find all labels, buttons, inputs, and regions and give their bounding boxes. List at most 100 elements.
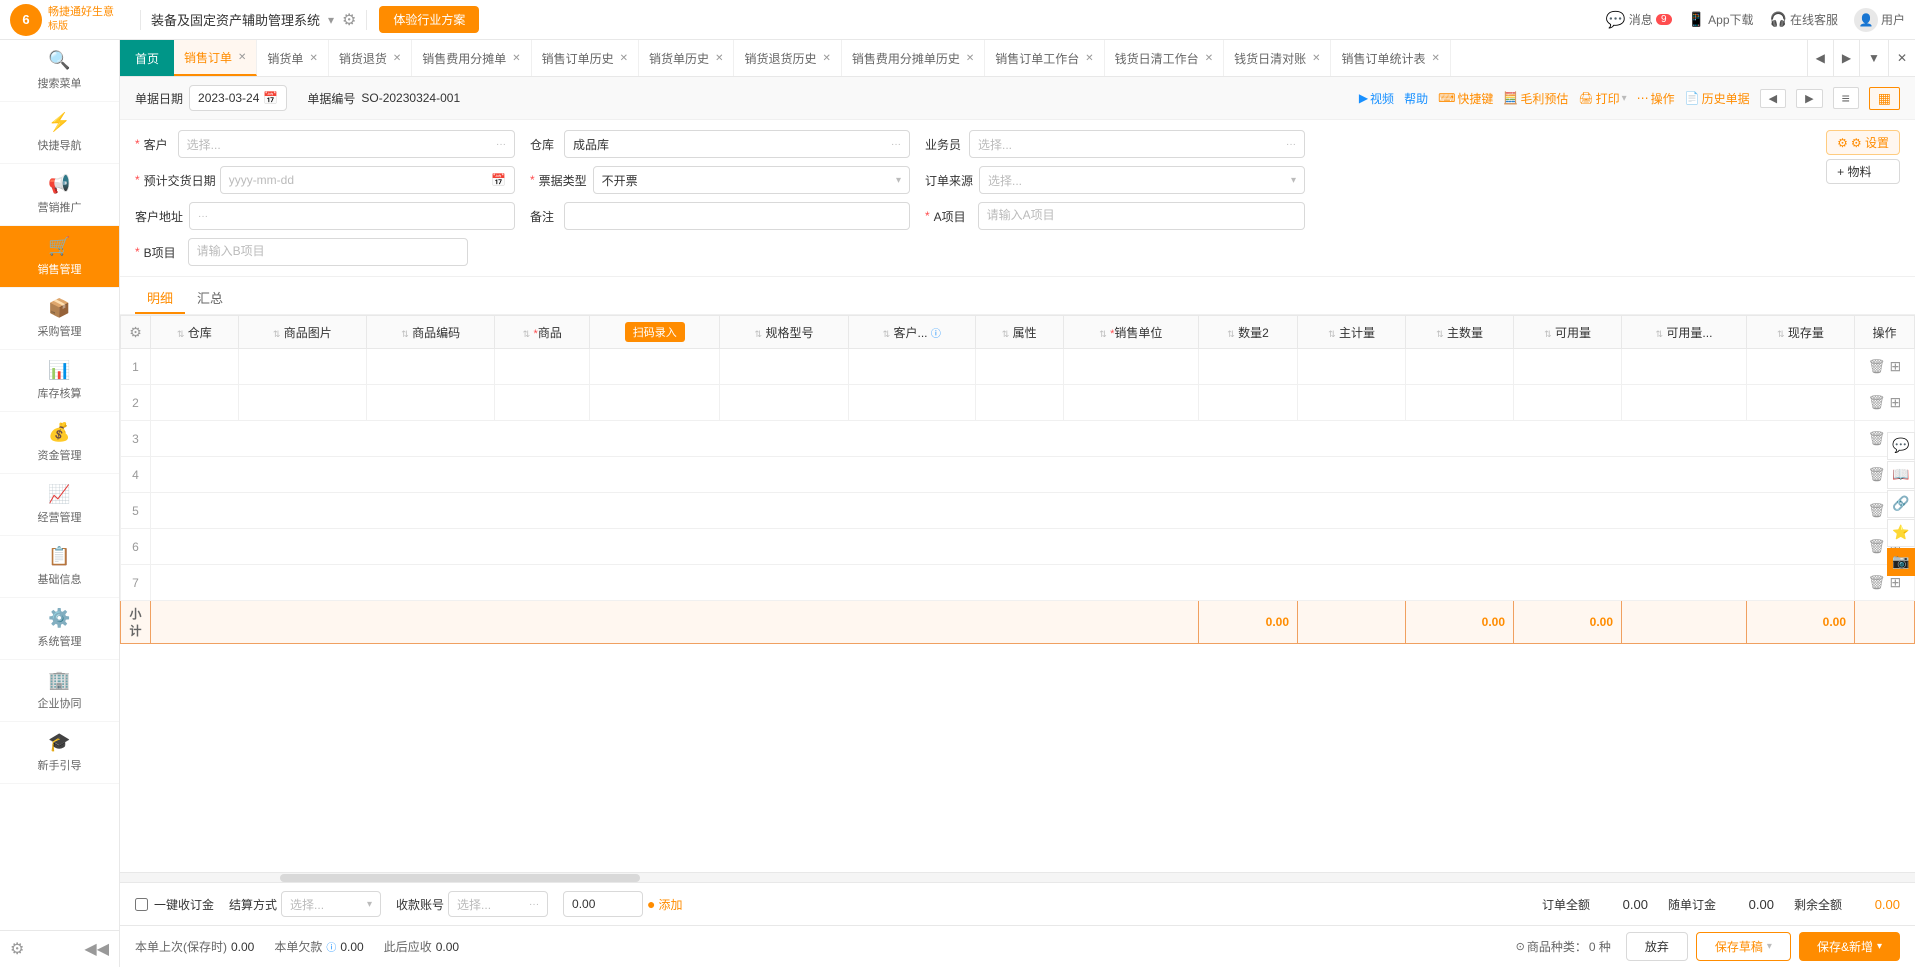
right-icon-book[interactable]: 📖 [1887, 461, 1915, 489]
settings-icon[interactable]: ⚙ [342, 10, 356, 30]
col-qty2-header[interactable]: ⇅ 数量2 [1199, 316, 1298, 349]
tab-more-button[interactable]: ▼ [1860, 40, 1889, 76]
tab-order-history-close[interactable]: ✕ [620, 53, 628, 64]
right-icon-chat[interactable]: 💬 [1887, 432, 1915, 460]
tab-sales-returns[interactable]: 销货单 ✕ [257, 40, 328, 76]
view-link[interactable]: ▶ 视频 [1359, 90, 1394, 107]
sidebar-item-enterprise[interactable]: 🏢 企业协同 [0, 660, 119, 722]
sidebar-item-operations[interactable]: 📈 经营管理 [0, 474, 119, 536]
print-link[interactable]: 🖨 打印 ▾ [1578, 90, 1626, 107]
tab-expense-history-close[interactable]: ✕ [966, 53, 974, 64]
col-main-qty-header[interactable]: ⇅ 主数量 [1406, 316, 1514, 349]
sidebar-collapse-icon[interactable]: ◀◀ [84, 939, 109, 959]
header-prev-button[interactable]: ◀ [1760, 89, 1786, 108]
row-delete-icon[interactable]: 🗑 [1868, 466, 1886, 483]
messages-item[interactable]: 💬 消息 9 [1606, 10, 1672, 30]
col-warehouse-header[interactable]: ⇅ 仓库 [151, 316, 239, 349]
col-spec-header[interactable]: ⇅ 规格型号 [720, 316, 848, 349]
col-available2-header[interactable]: ⇅ 可用量... [1622, 316, 1747, 349]
invoice-type-select[interactable]: 不开票 ▾ [593, 166, 910, 194]
notes-input[interactable] [564, 202, 910, 230]
sidebar-item-search[interactable]: 🔍 搜索菜单 [0, 40, 119, 102]
b-project-input[interactable]: 请输入B项目 [188, 238, 468, 266]
system-title-dropdown-icon[interactable]: ▾ [328, 13, 334, 27]
col-product-img-header[interactable]: ⇅ 商品图片 [238, 316, 366, 349]
add-material-button[interactable]: + 物料 [1826, 159, 1900, 184]
col-attributes-header[interactable]: ⇅ 属性 [975, 316, 1063, 349]
tab-order-workbench-close[interactable]: ✕ [1085, 53, 1093, 64]
amount-input[interactable]: 0.00 [563, 891, 643, 917]
date-input[interactable]: 2023-03-24 📅 [189, 85, 287, 111]
tab-sales-stats[interactable]: 销售订单统计表 ✕ [1331, 40, 1450, 76]
a-project-input[interactable]: 请输入A项目 [978, 202, 1305, 230]
scroll-bar-area[interactable] [120, 872, 1915, 882]
tab-returns-history[interactable]: 销货单历史 ✕ [639, 40, 734, 76]
help-link[interactable]: 帮助 [1404, 90, 1428, 107]
tab-order-workbench[interactable]: 销售订单工作台 ✕ [985, 40, 1104, 76]
app-download-item[interactable]: 📱 App下载 [1688, 11, 1754, 28]
customer-address-input[interactable]: ··· [189, 202, 515, 230]
header-next-button[interactable]: ▶ [1796, 89, 1822, 108]
sales-rep-input[interactable]: 选择... ··· [969, 130, 1305, 158]
sidebar-item-basic-info[interactable]: 📋 基础信息 [0, 536, 119, 598]
sidebar-item-purchase[interactable]: 📦 采购管理 [0, 288, 119, 350]
sidebar-item-guide[interactable]: 🎓 新手引导 [0, 722, 119, 784]
row-delete-icon[interactable]: 🗑 [1868, 502, 1886, 519]
user-item[interactable]: 👤 用户 [1854, 8, 1905, 32]
tab-cash-reconcile[interactable]: 钱货日清对账 ✕ [1224, 40, 1331, 76]
row-delete-icon[interactable]: 🗑 [1868, 394, 1886, 411]
tab-expense-split-close[interactable]: ✕ [512, 53, 520, 64]
tab-expense-history[interactable]: 销售费用分摊单历史 ✕ [842, 40, 985, 76]
col-settings-header[interactable]: ⚙ [121, 316, 151, 349]
row-copy-icon[interactable]: ⊞ [1890, 358, 1902, 375]
history-link[interactable]: 📄 历史单据 [1685, 90, 1750, 107]
tab-expense-split[interactable]: 销售费用分摊单 ✕ [412, 40, 531, 76]
discard-button[interactable]: 放弃 [1626, 932, 1688, 961]
sidebar-item-marketing[interactable]: 📢 营销推广 [0, 164, 119, 226]
delivery-date-input[interactable]: yyyy-mm-dd 📅 [220, 166, 515, 194]
operations-link[interactable]: ⋯ 操作 [1637, 90, 1675, 107]
list-view-button[interactable]: ≡ [1833, 87, 1859, 109]
right-icon-link[interactable]: 🔗 [1887, 490, 1915, 518]
tab-sales-order-close[interactable]: ✕ [238, 52, 246, 63]
shortcut-link[interactable]: ⌨ 快捷键 [1438, 90, 1493, 107]
one-click-order-checkbox[interactable] [135, 898, 148, 911]
sidebar-item-system[interactable]: ⚙️ 系统管理 [0, 598, 119, 660]
tab-prev-button[interactable]: ◀ [1808, 40, 1834, 76]
detail-tab-summary[interactable]: 汇总 [185, 283, 235, 314]
tab-next-button[interactable]: ▶ [1834, 40, 1860, 76]
settlement-select[interactable]: 选择... ▾ [281, 891, 381, 917]
row-delete-icon[interactable]: 🗑 [1868, 538, 1886, 555]
tab-close-all-button[interactable]: ✕ [1889, 40, 1915, 76]
tab-sales-order[interactable]: 销售订单 ✕ [174, 40, 257, 76]
tab-cash-workbench-close[interactable]: ✕ [1205, 53, 1213, 64]
sidebar-settings-icon[interactable]: ⚙ [10, 939, 24, 959]
tab-sales-returns-close[interactable]: ✕ [309, 53, 317, 64]
col-product-header[interactable]: ⇅ *商品 [495, 316, 590, 349]
col-main-unit-header[interactable]: ⇅ 主计量 [1298, 316, 1406, 349]
right-icon-star[interactable]: ⭐ [1887, 519, 1915, 547]
col-available-header[interactable]: ⇅ 可用量 [1514, 316, 1622, 349]
col-customer-ref-header[interactable]: ⇅ 客户... ⓘ [848, 316, 975, 349]
right-icon-scan[interactable]: 📷 [1887, 548, 1915, 576]
profit-forecast-link[interactable]: 🧮 毛利预估 [1503, 90, 1568, 107]
scan-input-btn[interactable]: 扫码录入 [625, 322, 685, 342]
tab-order-history[interactable]: 销售订单历史 ✕ [532, 40, 639, 76]
save-new-button[interactable]: 保存&新增▾ [1799, 932, 1900, 961]
sidebar-item-inventory[interactable]: 📊 库存核算 [0, 350, 119, 412]
industry-solution-button[interactable]: 体验行业方案 [379, 6, 479, 33]
tab-sales-refund-close[interactable]: ✕ [393, 53, 401, 64]
row-delete-icon[interactable]: 🗑 [1868, 574, 1886, 591]
row-copy-icon[interactable]: ⊞ [1890, 394, 1902, 411]
row-delete-icon[interactable]: 🗑 [1868, 430, 1886, 447]
row-copy-icon[interactable]: ⊞ [1890, 574, 1902, 591]
online-service-item[interactable]: 🎧 在线客服 [1770, 11, 1838, 28]
tab-sales-refund[interactable]: 销货退货 ✕ [329, 40, 412, 76]
tab-cash-reconcile-close[interactable]: ✕ [1312, 53, 1320, 64]
tab-refund-history[interactable]: 销货退货历史 ✕ [734, 40, 841, 76]
tab-cash-workbench[interactable]: 钱货日清工作台 ✕ [1105, 40, 1224, 76]
settings-button[interactable]: ⚙ ⚙ 设置 [1826, 130, 1900, 155]
col-stock-header[interactable]: ⇅ 现存量 [1746, 316, 1854, 349]
tab-home[interactable]: 首页 [120, 40, 174, 76]
order-source-select[interactable]: 选择... ▾ [979, 166, 1305, 194]
